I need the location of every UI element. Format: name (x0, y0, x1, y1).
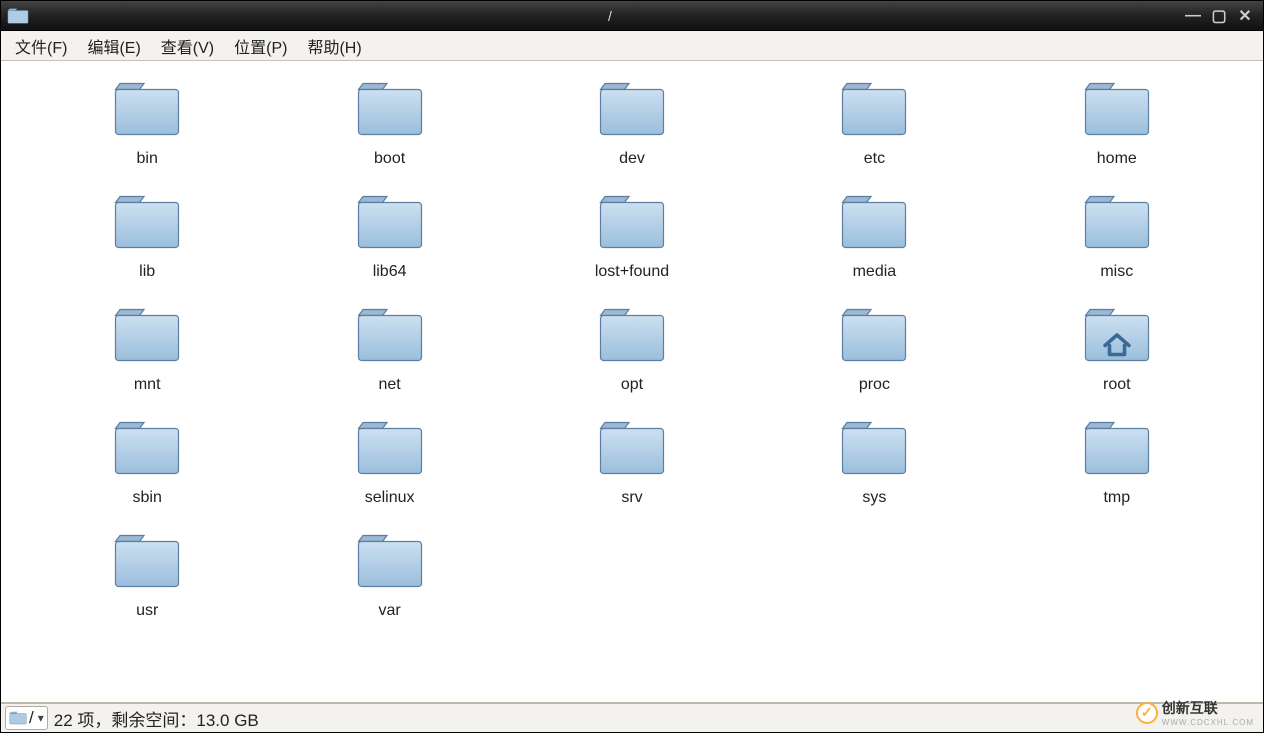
folder-usr[interactable]: usr (72, 531, 222, 620)
home-folder-icon (1042, 305, 1192, 370)
folder-media[interactable]: media (799, 192, 949, 281)
folder-label: misc (1042, 263, 1192, 281)
folder-sbin[interactable]: sbin (72, 418, 222, 507)
menu-help[interactable]: 帮助(H) (297, 30, 371, 62)
window-title: / (35, 8, 1185, 24)
folder-label: selinux (315, 489, 465, 507)
menu-view[interactable]: 查看(V) (151, 30, 224, 62)
folder-net[interactable]: net (315, 305, 465, 394)
chevron-down-icon: ▾ (38, 711, 44, 725)
folder-opt[interactable]: opt (557, 305, 707, 394)
folder-icon (557, 192, 707, 257)
folder-misc[interactable]: misc (1042, 192, 1192, 281)
location-button[interactable]: / ▾ (5, 706, 48, 730)
folder-label: root (1042, 376, 1192, 394)
folder-lib64[interactable]: lib64 (315, 192, 465, 281)
folder-label: tmp (1042, 489, 1192, 507)
folder-label: dev (557, 150, 707, 168)
icon-grid: bin boot dev etc (41, 79, 1223, 620)
folder-icon (799, 79, 949, 144)
folder-label: mnt (72, 376, 222, 394)
folder-icon (72, 531, 222, 596)
folder-icon (1042, 79, 1192, 144)
folder-icon (557, 79, 707, 144)
menu-edit[interactable]: 编辑(E) (77, 30, 150, 62)
folder-proc[interactable]: proc (799, 305, 949, 394)
folder-label: var (315, 602, 465, 620)
folder-icon (557, 305, 707, 370)
folder-mnt[interactable]: mnt (72, 305, 222, 394)
folder-icon (72, 305, 222, 370)
folder-srv[interactable]: srv (557, 418, 707, 507)
location-path: / (29, 708, 34, 728)
status-text: 22 项，剩余空间：13.0 GB (54, 706, 259, 731)
statusbar: / ▾ 22 项，剩余空间：13.0 GB (1, 702, 1263, 732)
folder-icon (72, 192, 222, 257)
folder-icon (799, 305, 949, 370)
window-controls: — ▢ ✕ (1185, 8, 1263, 24)
folder-label: lost+found (557, 263, 707, 281)
folder-bin[interactable]: bin (72, 79, 222, 168)
folder-etc[interactable]: etc (799, 79, 949, 168)
folder-lib[interactable]: lib (72, 192, 222, 281)
folder-home[interactable]: home (1042, 79, 1192, 168)
folder-tmp[interactable]: tmp (1042, 418, 1192, 507)
folder-selinux[interactable]: selinux (315, 418, 465, 507)
folder-icon (315, 531, 465, 596)
menu-file[interactable]: 文件(F) (5, 30, 77, 62)
folder-icon (1042, 418, 1192, 483)
folder-icon (799, 192, 949, 257)
file-manager-window: / — ▢ ✕ 文件(F) 编辑(E) 查看(V) 位置(P) 帮助(H) bi… (0, 0, 1264, 733)
folder-label: media (799, 263, 949, 281)
folder-icon (1042, 192, 1192, 257)
folder-lost+found[interactable]: lost+found (557, 192, 707, 281)
folder-label: usr (72, 602, 222, 620)
icon-viewport[interactable]: bin boot dev etc (1, 61, 1263, 702)
folder-icon (315, 79, 465, 144)
folder-label: home (1042, 150, 1192, 168)
close-button[interactable]: ✕ (1237, 8, 1253, 24)
folder-label: etc (799, 150, 949, 168)
folder-label: bin (72, 150, 222, 168)
folder-label: opt (557, 376, 707, 394)
titlebar-folder-icon (7, 6, 29, 26)
folder-icon (557, 418, 707, 483)
folder-root[interactable]: root (1042, 305, 1192, 394)
folder-icon (315, 192, 465, 257)
folder-label: lib (72, 263, 222, 281)
folder-var[interactable]: var (315, 531, 465, 620)
folder-icon (315, 305, 465, 370)
folder-label: sys (799, 489, 949, 507)
folder-label: lib64 (315, 263, 465, 281)
folder-boot[interactable]: boot (315, 79, 465, 168)
folder-label: proc (799, 376, 949, 394)
folder-label: sbin (72, 489, 222, 507)
minimize-button[interactable]: — (1185, 8, 1201, 24)
menu-location[interactable]: 位置(P) (224, 30, 297, 62)
folder-icon (72, 418, 222, 483)
folder-label: srv (557, 489, 707, 507)
folder-label: boot (315, 150, 465, 168)
folder-icon (315, 418, 465, 483)
folder-icon (72, 79, 222, 144)
menubar: 文件(F) 编辑(E) 查看(V) 位置(P) 帮助(H) (1, 31, 1263, 61)
location-folder-icon (9, 710, 27, 726)
folder-dev[interactable]: dev (557, 79, 707, 168)
folder-sys[interactable]: sys (799, 418, 949, 507)
folder-icon (799, 418, 949, 483)
maximize-button[interactable]: ▢ (1211, 8, 1227, 24)
titlebar[interactable]: / — ▢ ✕ (1, 1, 1263, 31)
folder-label: net (315, 376, 465, 394)
